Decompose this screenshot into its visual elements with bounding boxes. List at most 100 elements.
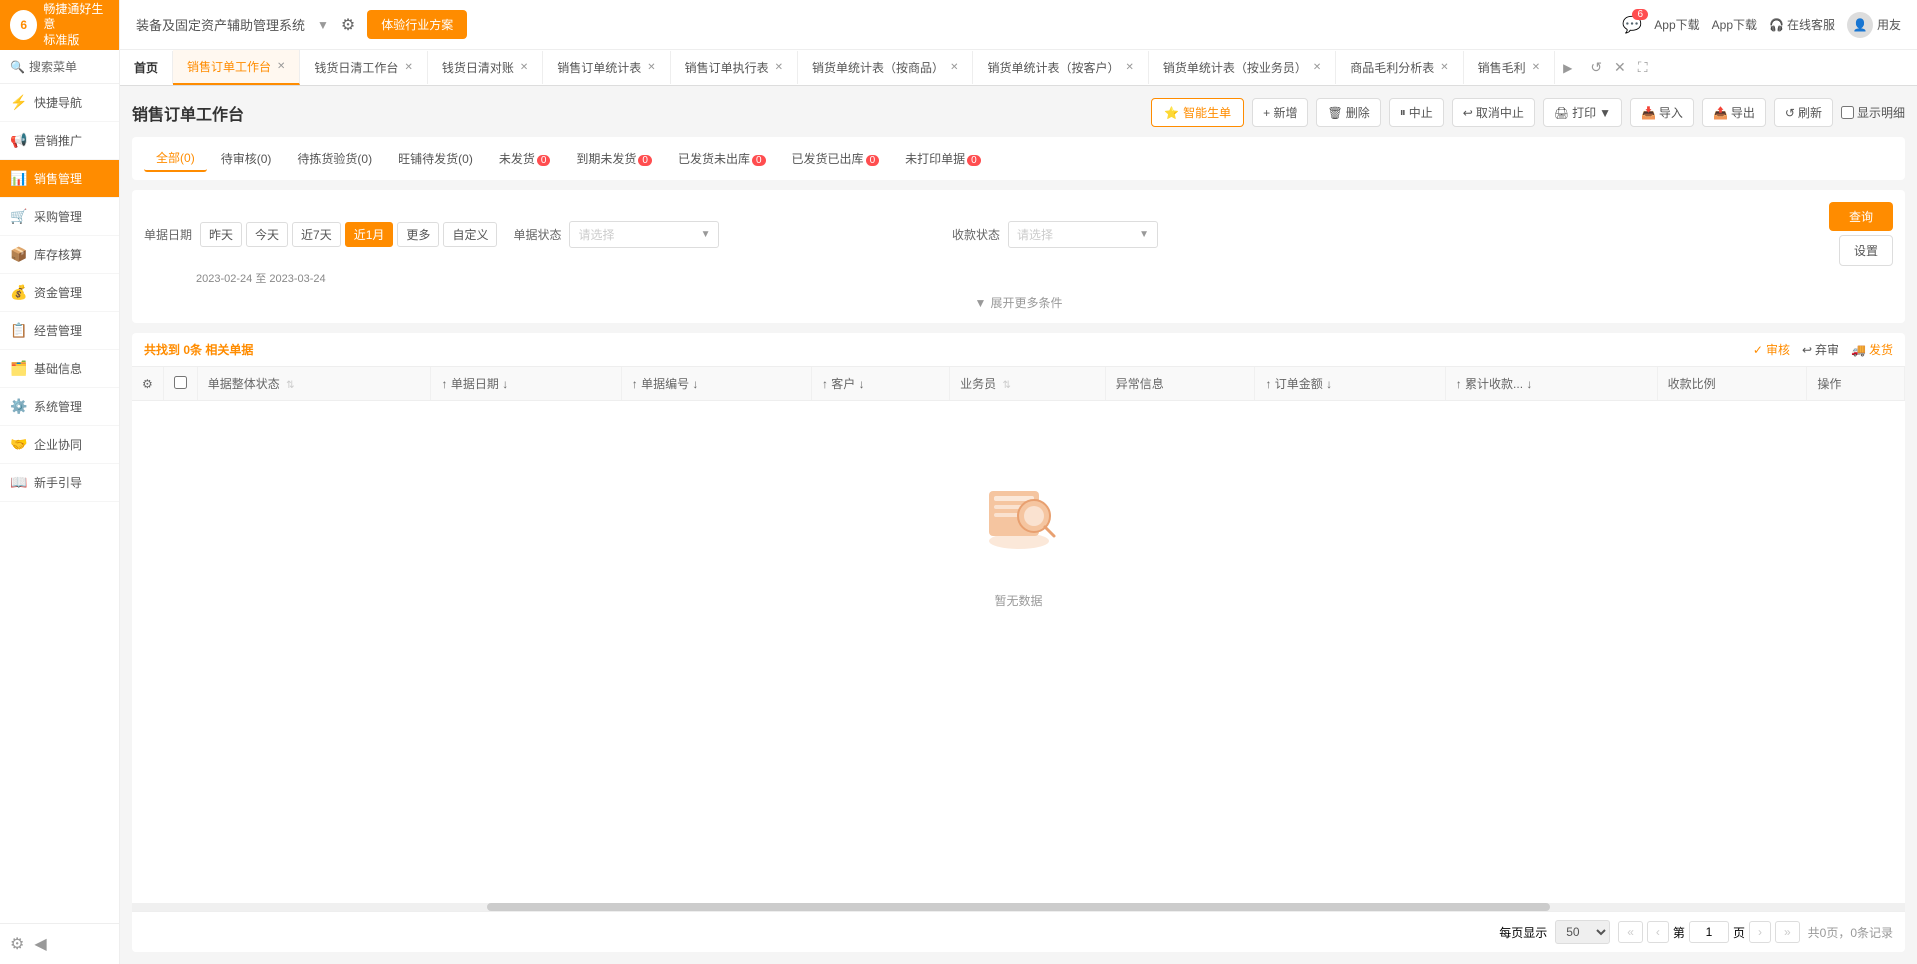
prev-page-button[interactable]: ‹ <box>1647 921 1669 943</box>
sort-status-icon[interactable]: ⇅ <box>286 380 294 391</box>
horizontal-scrollbar[interactable] <box>132 903 1905 911</box>
settings-icon[interactable]: ⚙ <box>10 934 24 954</box>
tab-sales-customer[interactable]: 销货单统计表（按客户） ✕ <box>973 51 1148 84</box>
sidebar-item-marketing[interactable]: 📢 营销推广 <box>0 122 119 160</box>
filter-tab-not-printed[interactable]: 未打印单据0 <box>893 146 993 171</box>
date-btn-1month[interactable]: 近1月 <box>345 222 394 247</box>
tab-sales-product[interactable]: 销货单统计表（按商品） ✕ <box>798 51 973 84</box>
sidebar-item-basic-info[interactable]: 🗂️ 基础信息 <box>0 350 119 388</box>
expand-conditions-button[interactable]: ▼ 展开更多条件 <box>975 294 1063 311</box>
th-settings[interactable]: ⚙ <box>132 367 163 401</box>
sort-date-desc-icon[interactable]: ↓ <box>502 377 508 391</box>
user-menu[interactable]: 👤 用友 <box>1847 12 1901 38</box>
collapse-icon[interactable]: ◀ <box>34 934 46 954</box>
tab-close-sales-workbench[interactable]: ✕ <box>277 61 285 72</box>
print-button[interactable]: 🖨 打印 ▼ <box>1543 98 1622 127</box>
sort-staff-icon[interactable]: ⇅ <box>1002 380 1010 391</box>
sort-customer-desc-icon[interactable]: ↓ <box>859 377 865 391</box>
online-service-link[interactable]: 🎧 在线客服 <box>1769 16 1835 33</box>
setting-button[interactable]: 设置 <box>1839 235 1893 266</box>
first-page-button[interactable]: « <box>1618 921 1643 943</box>
sidebar-item-guide[interactable]: 📖 新手引导 <box>0 464 119 502</box>
tab-gross-profit[interactable]: 商品毛利分析表 ✕ <box>1336 51 1463 84</box>
filter-tab-wangpu-ship[interactable]: 旺铺待发货(0) <box>386 146 485 171</box>
sidebar-item-purchase[interactable]: 🛒 采购管理 <box>0 198 119 236</box>
filter-tab-shipped-not-out[interactable]: 已发货未出库0 <box>666 146 778 171</box>
sort-collected-asc-icon[interactable]: ↑ <box>1456 377 1462 391</box>
sidebar-item-quick-nav[interactable]: ⚡ 快捷导航 <box>0 84 119 122</box>
tab-close-sales-profit[interactable]: ✕ <box>1532 62 1540 73</box>
date-btn-yesterday[interactable]: 昨天 <box>200 222 242 247</box>
tab-close-sales-product[interactable]: ✕ <box>950 62 958 73</box>
payment-select[interactable]: 请选择 ▼ <box>1008 221 1158 248</box>
add-button[interactable]: + 新增 <box>1252 98 1308 127</box>
dropdown-arrow[interactable]: ▼ <box>317 18 329 32</box>
app-download-link[interactable]: App下载 <box>1654 16 1699 33</box>
review-action[interactable]: ✓ 审核 <box>1753 341 1790 358</box>
sidebar-search[interactable]: 🔍 搜索菜单 <box>0 50 119 84</box>
status-select[interactable]: 请选择 ▼ <box>569 221 719 248</box>
date-btn-7days[interactable]: 近7天 <box>292 222 341 247</box>
cancel-review-action[interactable]: ↩ 弃审 <box>1802 341 1839 358</box>
export-button[interactable]: 📤 导出 <box>1702 98 1766 127</box>
date-btn-today[interactable]: 今天 <box>246 222 288 247</box>
sort-number-desc-icon[interactable]: ↓ <box>692 377 698 391</box>
tab-maximize-icon[interactable]: ⛶ <box>1634 55 1652 80</box>
tab-close-cash-daily[interactable]: ✕ <box>404 62 412 73</box>
sidebar-item-inventory[interactable]: 📦 库存核算 <box>0 236 119 274</box>
date-btn-custom[interactable]: 自定义 <box>443 222 497 247</box>
show-detail-toggle[interactable]: 显示明细 <box>1841 104 1905 121</box>
tab-close-all-icon[interactable]: ✕ <box>1610 55 1630 80</box>
sort-collected-desc-icon[interactable]: ↓ <box>1526 377 1532 391</box>
filter-tab-shipped-out[interactable]: 已发货已出库0 <box>780 146 892 171</box>
th-checkbox[interactable] <box>163 367 197 401</box>
sort-amount-asc-icon[interactable]: ↑ <box>1265 377 1271 391</box>
ship-action[interactable]: 🚚 发货 <box>1851 341 1893 358</box>
scrollbar-thumb[interactable] <box>487 903 1551 911</box>
tab-home[interactable]: 首页 <box>120 51 173 84</box>
tab-close-sales-customer[interactable]: ✕ <box>1125 62 1133 73</box>
tab-close-cash-reconcile[interactable]: ✕ <box>520 62 528 73</box>
sidebar-item-system[interactable]: ⚙️ 系统管理 <box>0 388 119 426</box>
app-download-text[interactable]: App下载 <box>1712 16 1757 33</box>
sidebar-item-finance[interactable]: 💰 资金管理 <box>0 274 119 312</box>
import-button[interactable]: 📥 导入 <box>1630 98 1694 127</box>
select-all-checkbox[interactable] <box>174 376 187 389</box>
query-button[interactable]: 查询 <box>1829 202 1893 231</box>
industry-solution-button[interactable]: 体验行业方案 <box>367 10 467 39</box>
filter-tab-pending-review[interactable]: 待审核(0) <box>209 146 284 171</box>
cancel-stop-button[interactable]: ↩ 取消中止 <box>1452 98 1535 127</box>
tab-close-gross-profit[interactable]: ✕ <box>1440 62 1448 73</box>
page-number-input[interactable] <box>1689 921 1729 943</box>
tab-cash-reconcile[interactable]: 钱货日清对账 ✕ <box>428 51 543 84</box>
tab-more-button[interactable]: ▶ <box>1555 53 1580 83</box>
ai-generate-button[interactable]: ⭐ 智能生单 <box>1151 98 1244 127</box>
tab-sales-workbench[interactable]: 销售订单工作台 ✕ <box>173 50 300 85</box>
tab-sales-exec[interactable]: 销售订单执行表 ✕ <box>671 51 798 84</box>
filter-tab-all[interactable]: 全部(0) <box>144 145 207 172</box>
settings-gear-icon[interactable]: ⚙ <box>341 15 355 35</box>
show-detail-checkbox[interactable] <box>1841 106 1854 119</box>
tab-close-sales-staff[interactable]: ✕ <box>1313 62 1321 73</box>
sidebar-item-cooperation[interactable]: 🤝 企业协同 <box>0 426 119 464</box>
sort-customer-asc-icon[interactable]: ↑ <box>822 377 828 391</box>
page-size-select[interactable]: 50 10 20 100 <box>1555 920 1610 944</box>
filter-tab-not-shipped[interactable]: 未发货0 <box>487 146 563 171</box>
sidebar-item-sales[interactable]: 📊 销售管理 <box>0 160 119 198</box>
tab-close-sales-stats[interactable]: ✕ <box>647 62 655 73</box>
tab-sales-profit[interactable]: 销售毛利 ✕ <box>1464 51 1555 84</box>
sidebar-item-operations[interactable]: 📋 经营管理 <box>0 312 119 350</box>
tab-close-sales-exec[interactable]: ✕ <box>775 62 783 73</box>
delete-button[interactable]: 🗑 删除 <box>1316 98 1380 127</box>
sort-amount-desc-icon[interactable]: ↓ <box>1326 377 1332 391</box>
filter-tab-overdue-not-shipped[interactable]: 到期未发货0 <box>564 146 664 171</box>
tab-sales-staff[interactable]: 销货单统计表（按业务员） ✕ <box>1149 51 1336 84</box>
stop-button[interactable]: ⏸ 中止 <box>1389 98 1444 127</box>
next-page-button[interactable]: › <box>1749 921 1771 943</box>
message-icon[interactable]: 💬 6 <box>1622 15 1642 35</box>
tab-sales-stats[interactable]: 销售订单统计表 ✕ <box>543 51 670 84</box>
filter-tab-pending-inspect[interactable]: 待拣货验货(0) <box>285 146 384 171</box>
sort-number-asc-icon[interactable]: ↑ <box>632 377 638 391</box>
date-btn-more[interactable]: 更多 <box>397 222 439 247</box>
refresh-button[interactable]: ↺ 刷新 <box>1774 98 1833 127</box>
